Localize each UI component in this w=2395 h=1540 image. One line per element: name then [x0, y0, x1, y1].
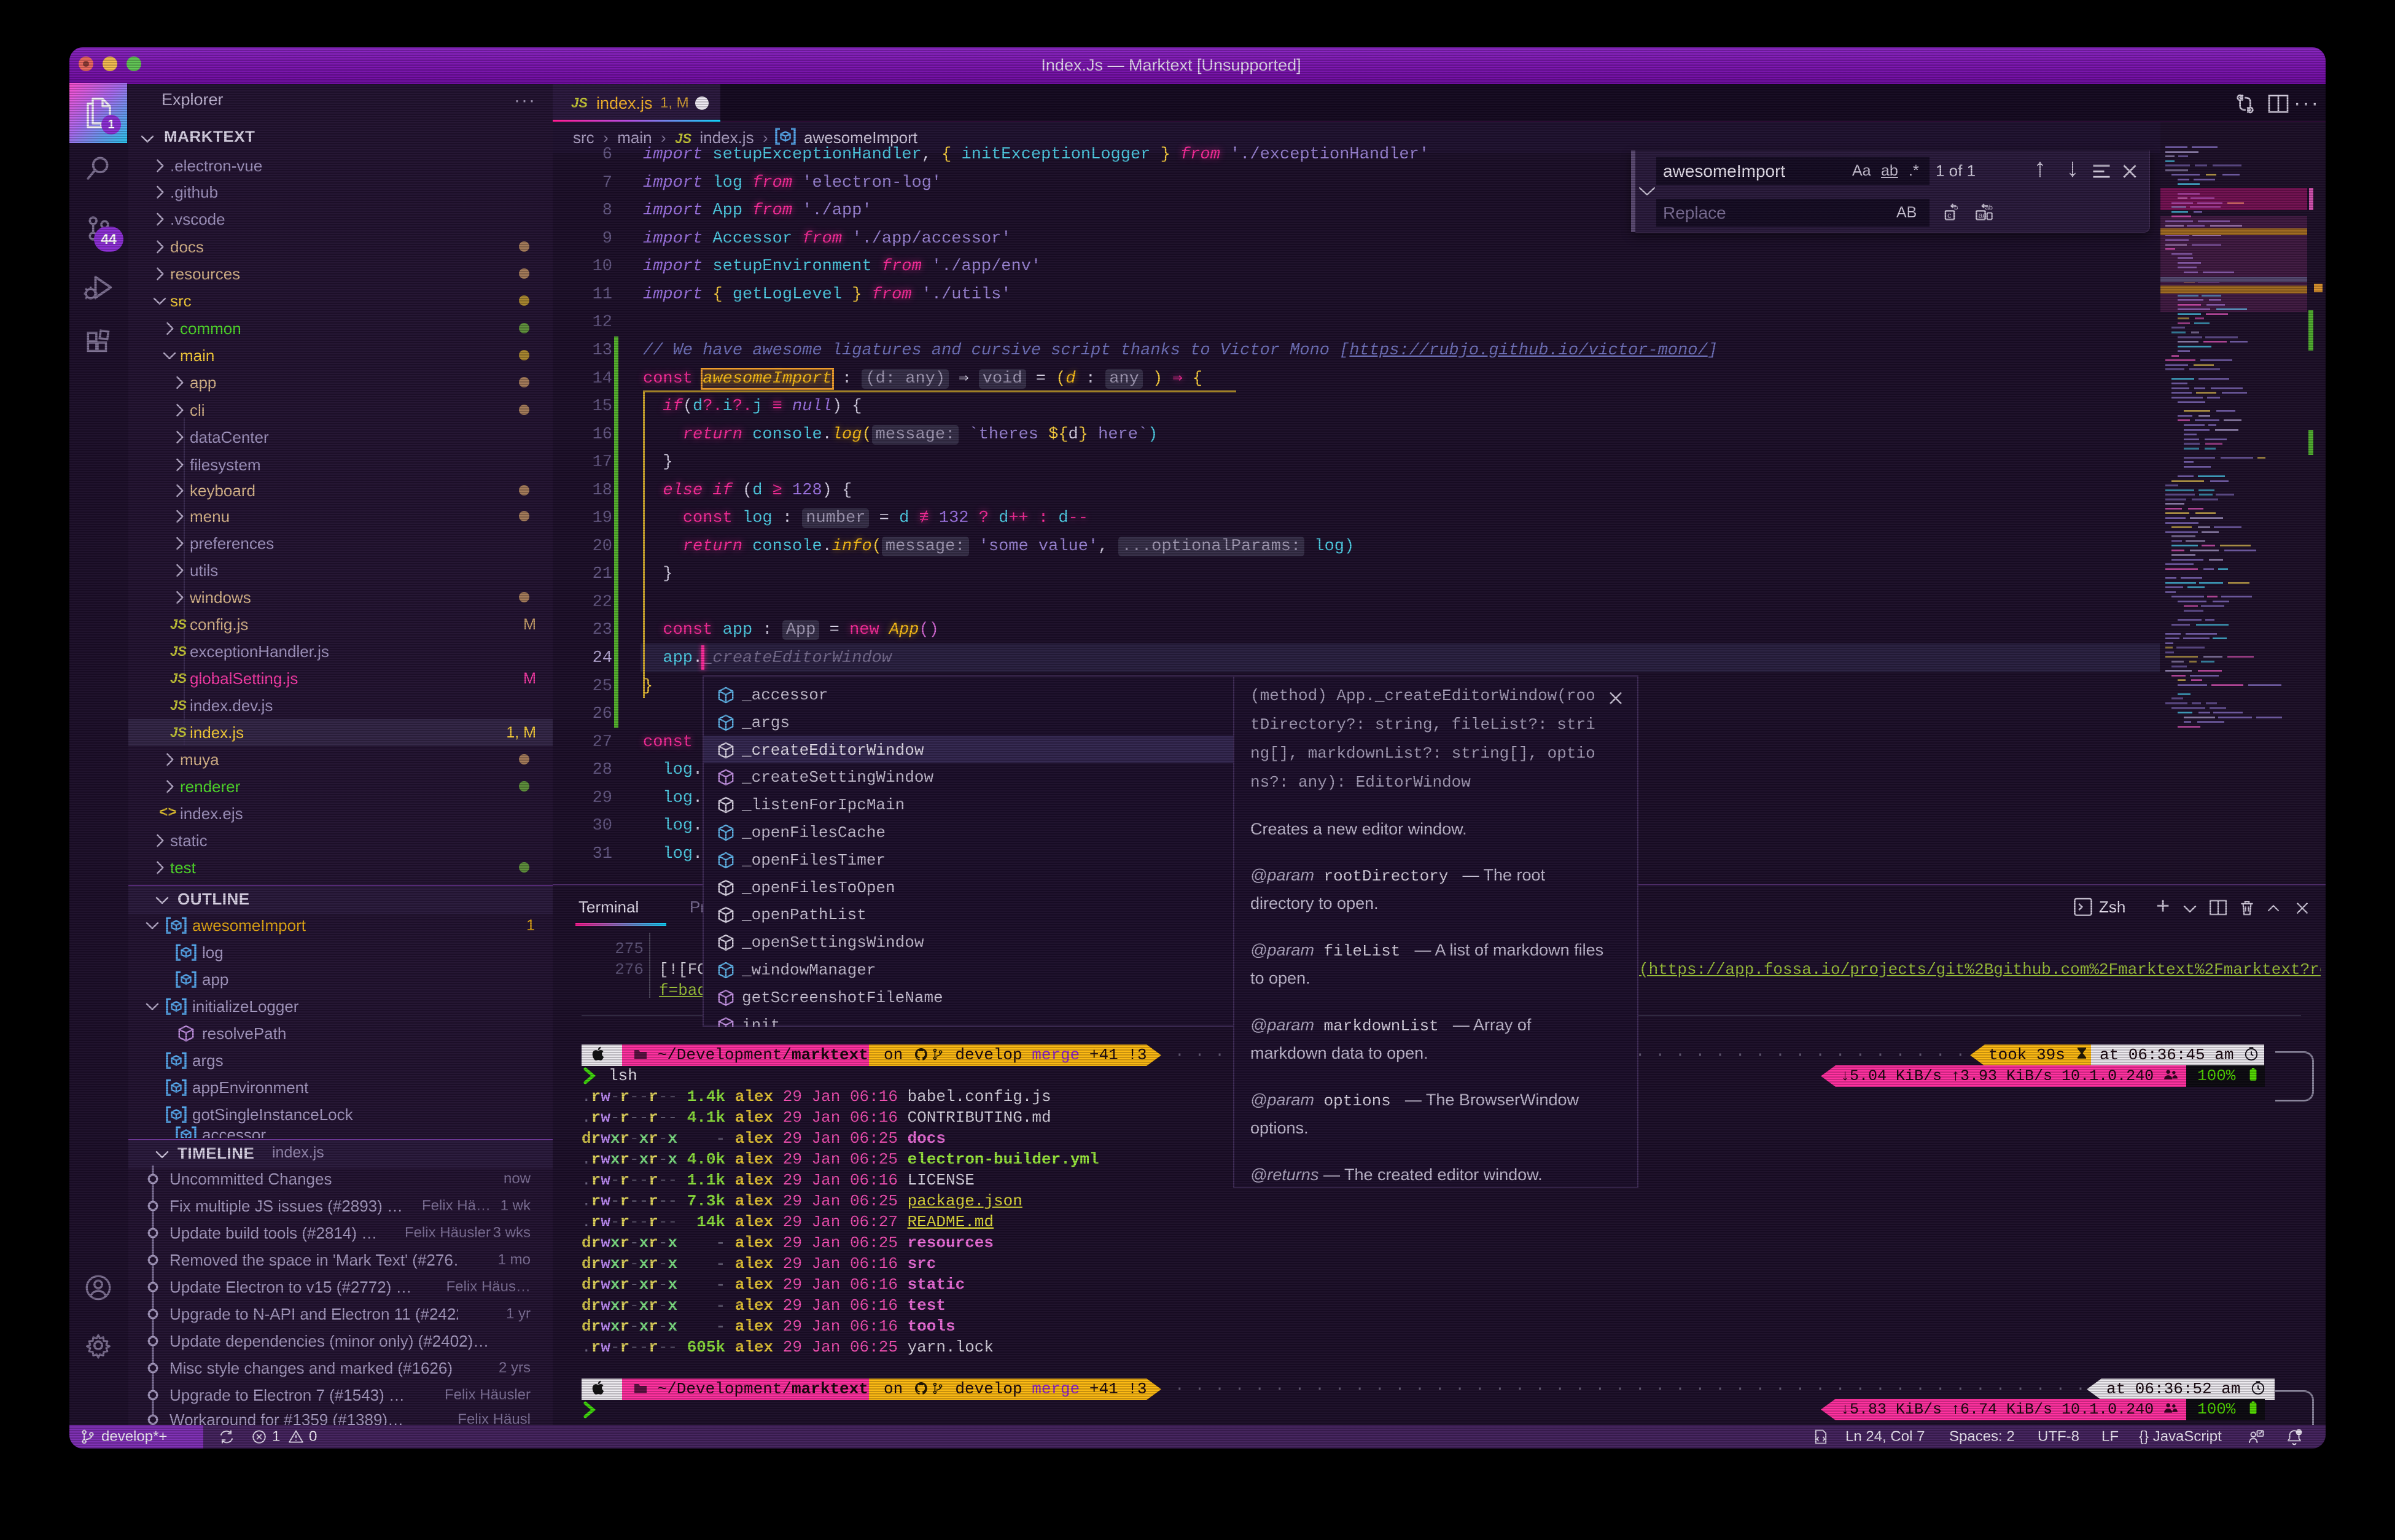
svg-text:ab: ab: [1985, 204, 1993, 212]
svg-text:b: b: [1954, 204, 1958, 212]
svg-text:ac: ac: [1979, 211, 1987, 220]
svg-text:c: c: [1947, 211, 1951, 220]
